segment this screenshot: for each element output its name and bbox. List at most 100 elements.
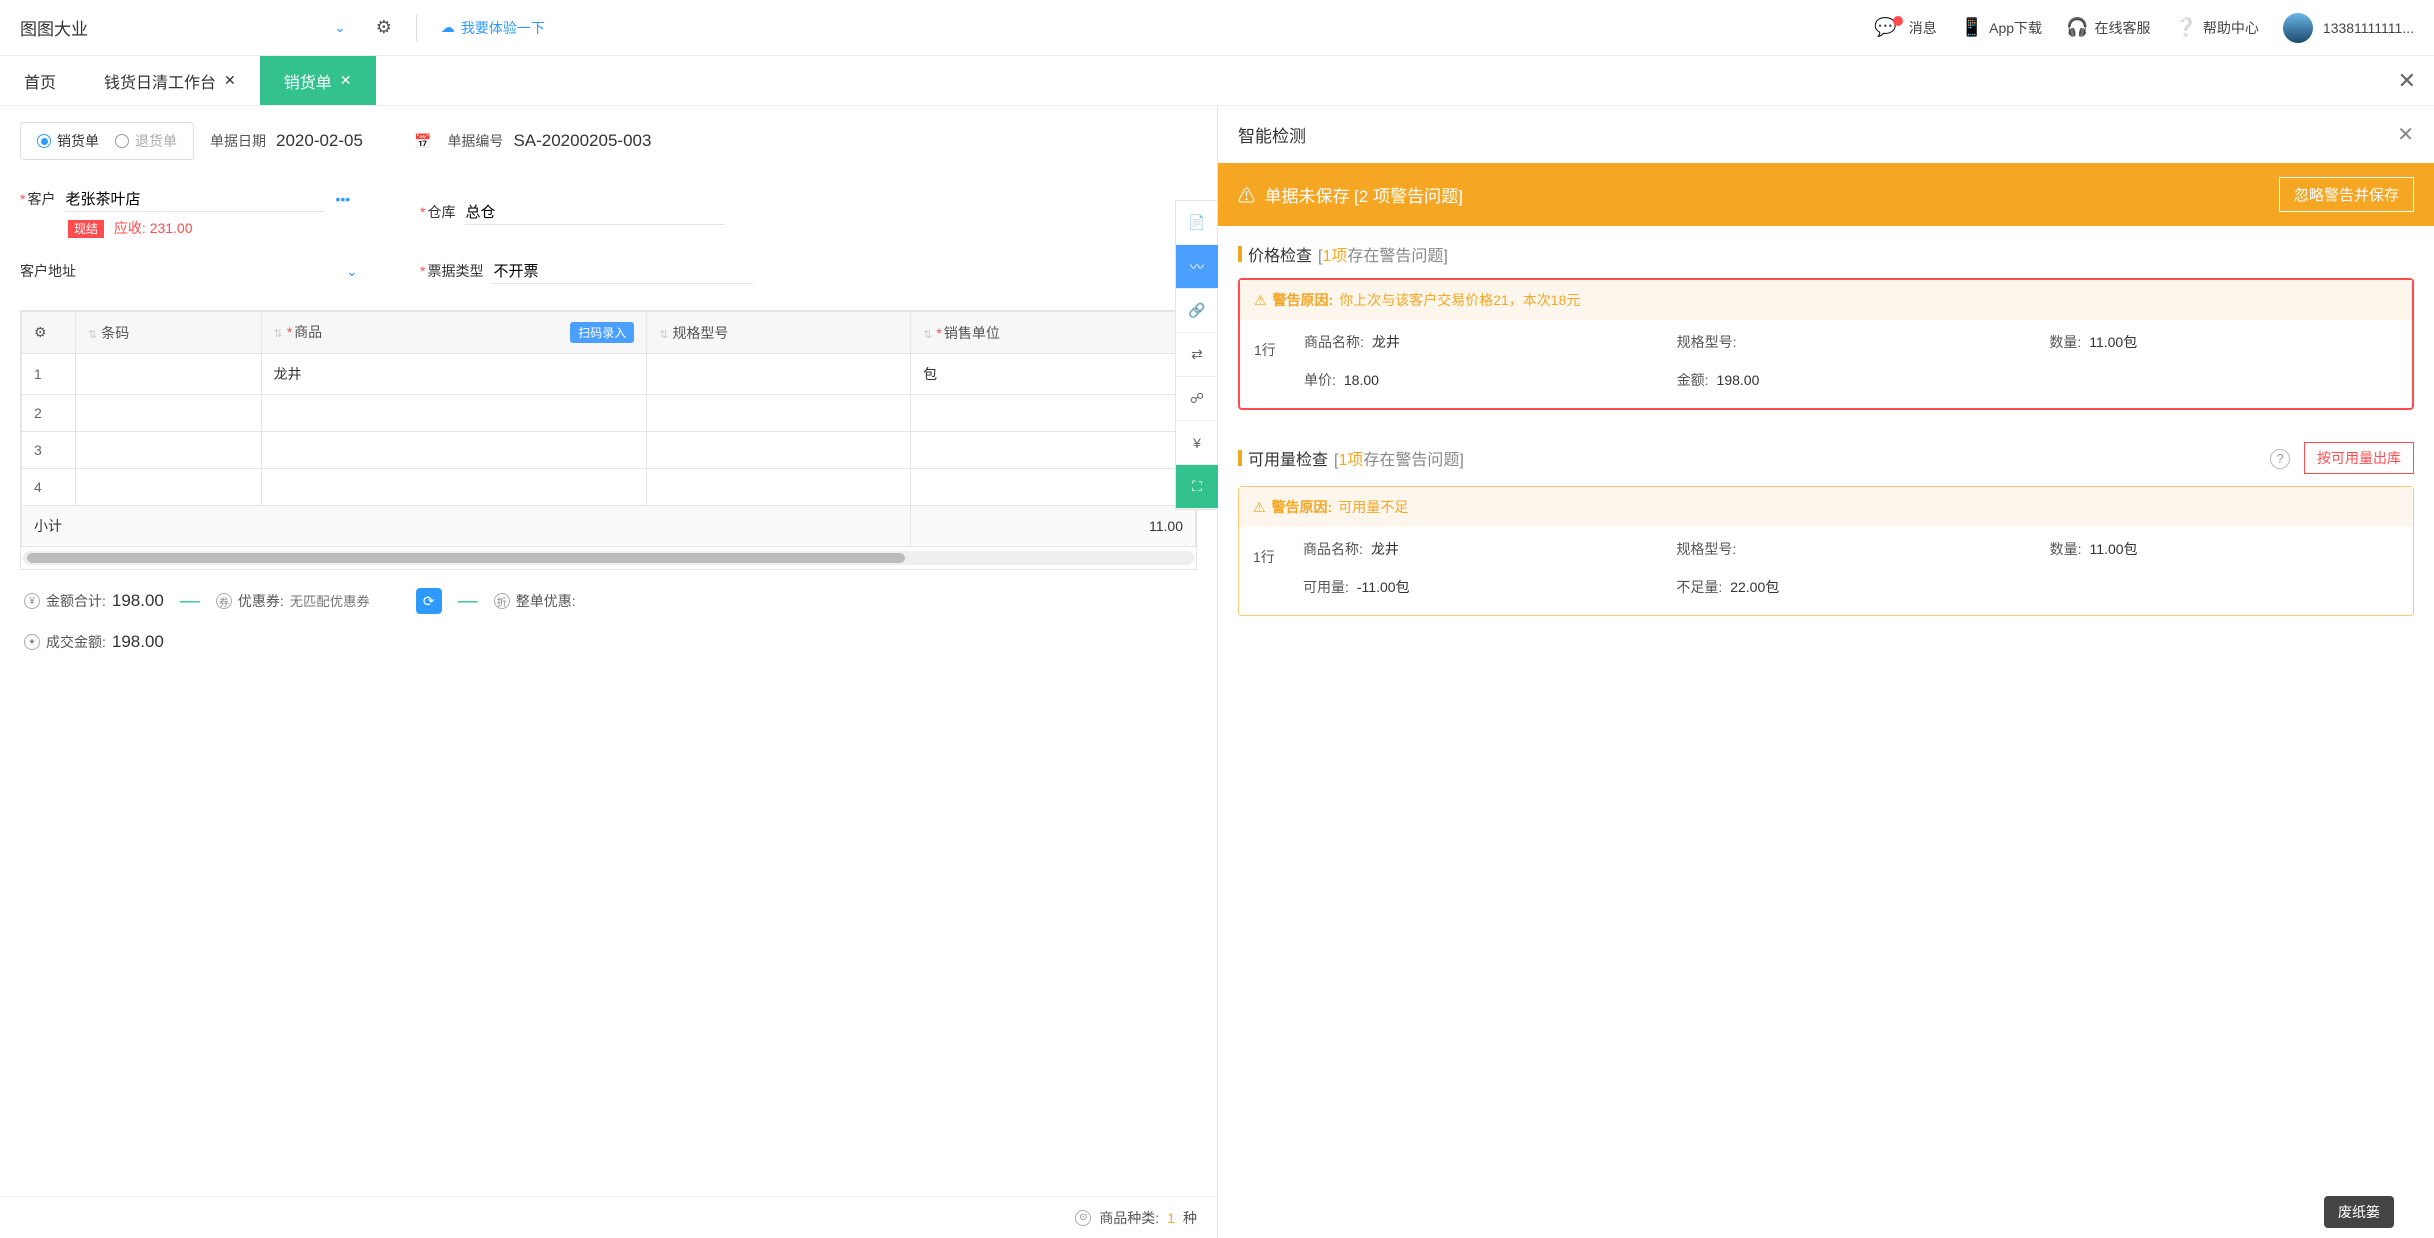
user-phone[interactable]: 13381111111... <box>2323 20 2414 36</box>
sort-icon: ⇅ <box>88 329 97 341</box>
sort-icon: ⇅ <box>274 328 283 340</box>
table-row[interactable]: 2 <box>22 395 1196 432</box>
doc-date-input[interactable] <box>276 131 404 151</box>
col-spec[interactable]: ⇅规格型号 <box>647 312 911 354</box>
tabs-bar: 首页 钱货日清工作台 ✕ 销货单 ✕ ✕ <box>0 56 2434 106</box>
price-warning-card: ⚠警告原因:你上次与该客户交易价格21，本次18元 1行 商品名称:龙井 规格型… <box>1238 278 2414 410</box>
tab-home[interactable]: 首页 <box>0 56 80 105</box>
settle-badge: 现结 <box>68 220 104 238</box>
section-bar-icon <box>1238 450 1242 466</box>
messages-link[interactable]: 💬 消息 <box>1874 17 1936 38</box>
doc-no-field: 单据编号 SA-20200205-003 <box>447 131 651 151</box>
section-bar-icon <box>1238 246 1242 262</box>
availability-check-section: 可用量检查 [1项存在警告问题] ? 按可用量出库 ⚠警告原因:可用量不足 1行… <box>1218 426 2434 632</box>
col-barcode[interactable]: ⇅条码 <box>76 312 262 354</box>
chevron-down-icon: ⌄ <box>334 19 346 36</box>
notification-dot <box>1893 16 1903 26</box>
warehouse-input[interactable] <box>465 199 725 225</box>
price-check-section: 价格检查 [1项存在警告问题] ⚠警告原因:你上次与该客户交易价格21，本次18… <box>1218 226 2434 426</box>
sort-icon: ⇅ <box>659 329 668 341</box>
address-field: 客户地址 ⌄ <box>20 258 360 284</box>
table-settings-header[interactable]: ⚙ <box>22 312 76 354</box>
tab-sales-order[interactable]: 销货单 ✕ <box>260 56 376 105</box>
avatar[interactable] <box>2283 13 2313 43</box>
customer-field: *客户 ••• 现结 应收: 231.00 <box>20 186 360 238</box>
left-panel: 销货单 退货单 单据日期 📅 单据编号 SA-20200205-003 <box>0 106 1217 1238</box>
invoice-input[interactable] <box>493 258 753 284</box>
close-icon[interactable]: ✕ <box>224 72 236 89</box>
warning-icon: ⚠ <box>1254 292 1267 309</box>
coupon-input[interactable] <box>290 594 410 609</box>
gear-icon[interactable]: ⚙ <box>376 17 392 38</box>
coupon-icon: 券 <box>216 593 232 609</box>
doc-date-field: 单据日期 📅 <box>210 131 431 151</box>
rail-exchange-icon[interactable]: ⇄ <box>1176 333 1218 377</box>
table-row[interactable]: 3 <box>22 432 1196 469</box>
help-center-link[interactable]: ❔ 帮助中心 <box>2174 17 2258 38</box>
warning-icon: ⚠ <box>1253 499 1266 516</box>
outbound-by-avail-button[interactable]: 按可用量出库 <box>2304 442 2414 474</box>
radio-sale[interactable]: 销货单 <box>37 131 99 151</box>
horizontal-scrollbar[interactable] <box>23 551 1194 565</box>
company-name: 图图大业 <box>20 15 88 40</box>
radio-checked-icon <box>37 134 51 148</box>
detect-header: 智能检测 ✕ <box>1218 106 2434 163</box>
side-rail: 📄 〰 🔗 ⇄ ☍ ¥ ⛶ <box>1175 200 1217 510</box>
app-download-link[interactable]: 📱 App下载 <box>1961 17 2042 38</box>
items-table: ⚙ ⇅条码 ⇅*商品 扫码录入 ⇅规格型号 ⇅*销售单位 1龙井包 2 3 4 … <box>20 310 1197 570</box>
rail-person-icon[interactable]: ☍ <box>1176 377 1218 421</box>
warning-banner: ⚠ 单据未保存 [2 项警告问题] 忽略警告并保存 <box>1218 163 2434 226</box>
table-row[interactable]: 1龙井包 <box>22 354 1196 395</box>
help-icon[interactable]: ? <box>2270 449 2290 469</box>
online-service-link[interactable]: 🎧 在线客服 <box>2066 17 2150 38</box>
cloud-icon: ☁ <box>441 19 455 36</box>
rail-expand-icon[interactable]: ⛶ <box>1176 465 1218 509</box>
invoice-field: *票据类型 <box>420 258 760 284</box>
headset-icon: 🎧 <box>2066 17 2088 38</box>
yen-icon: ¥ <box>24 593 40 609</box>
gear-icon: ⚙ <box>34 324 47 340</box>
footer-bar: ⊙ 商品种类: 1 种 <box>0 1196 1217 1238</box>
rail-chart-icon[interactable]: 〰 <box>1176 245 1218 289</box>
more-icon[interactable]: ••• <box>335 191 350 207</box>
calendar-icon[interactable]: 📅 <box>414 133 431 150</box>
sort-icon: ⇅ <box>923 329 932 341</box>
close-icon[interactable]: ✕ <box>2397 122 2414 147</box>
subtotal-row: 小计11.00 <box>22 506 1196 547</box>
phone-icon: 📱 <box>1961 17 1983 38</box>
rail-link-icon[interactable]: 🔗 <box>1176 289 1218 333</box>
col-unit[interactable]: ⇅*销售单位 <box>911 312 1196 354</box>
order-type-radio-group: 销货单 退货单 <box>20 122 194 160</box>
warehouse-field: *仓库 <box>420 186 760 238</box>
avail-warning-card: ⚠警告原因:可用量不足 1行 商品名称:龙井 规格型号: 数量:11.00包 可… <box>1238 486 2414 616</box>
kinds-icon: ⊙ <box>1075 1210 1091 1226</box>
customer-input[interactable] <box>65 186 325 212</box>
trash-button[interactable]: 废纸篓 <box>2324 1196 2394 1228</box>
rail-doc-icon[interactable]: 📄 <box>1176 201 1218 245</box>
chevron-down-icon[interactable]: ⌄ <box>346 263 358 280</box>
divider <box>416 14 417 42</box>
rail-yen-icon[interactable]: ¥ <box>1176 421 1218 465</box>
radio-unchecked-icon <box>115 134 129 148</box>
form-grid: *客户 ••• 现结 应收: 231.00 *仓库 客户地址 <box>0 168 1217 310</box>
try-link[interactable]: 我要体验一下 <box>461 18 545 38</box>
refresh-icon[interactable]: ⟳ <box>416 588 442 614</box>
close-icon[interactable]: ✕ <box>340 72 352 89</box>
tab-workbench[interactable]: 钱货日清工作台 ✕ <box>80 56 260 105</box>
totals-row: ¥金额合计: 198.00 — 券优惠券: ⟳ — 折整单优惠: <box>0 570 1217 632</box>
radio-return[interactable]: 退货单 <box>115 131 177 151</box>
warning-icon: ⚠ <box>1238 187 1255 206</box>
ignore-save-button[interactable]: 忽略警告并保存 <box>2279 177 2414 212</box>
doc-number: SA-20200205-003 <box>513 131 651 151</box>
detect-panel: 智能检测 ✕ ⚠ 单据未保存 [2 项警告问题] 忽略警告并保存 价格检查 [1… <box>1217 106 2434 1238</box>
minus-icon: — <box>458 590 478 613</box>
discount-icon: 折 <box>494 593 510 609</box>
company-selector[interactable]: 图图大业 ⌄ <box>20 15 346 40</box>
close-all-icon[interactable]: ✕ <box>2398 68 2416 94</box>
table-row[interactable]: 4 <box>22 469 1196 506</box>
scan-input-button[interactable]: 扫码录入 <box>570 322 634 343</box>
help-icon: ❔ <box>2174 17 2196 38</box>
col-product[interactable]: ⇅*商品 扫码录入 <box>261 312 647 354</box>
main-layout: 销货单 退货单 单据日期 📅 单据编号 SA-20200205-003 <box>0 106 2434 1238</box>
top-bar: 图图大业 ⌄ ⚙ ☁ 我要体验一下 💬 消息 📱 App下载 🎧 在线客服 ❔ … <box>0 0 2434 56</box>
